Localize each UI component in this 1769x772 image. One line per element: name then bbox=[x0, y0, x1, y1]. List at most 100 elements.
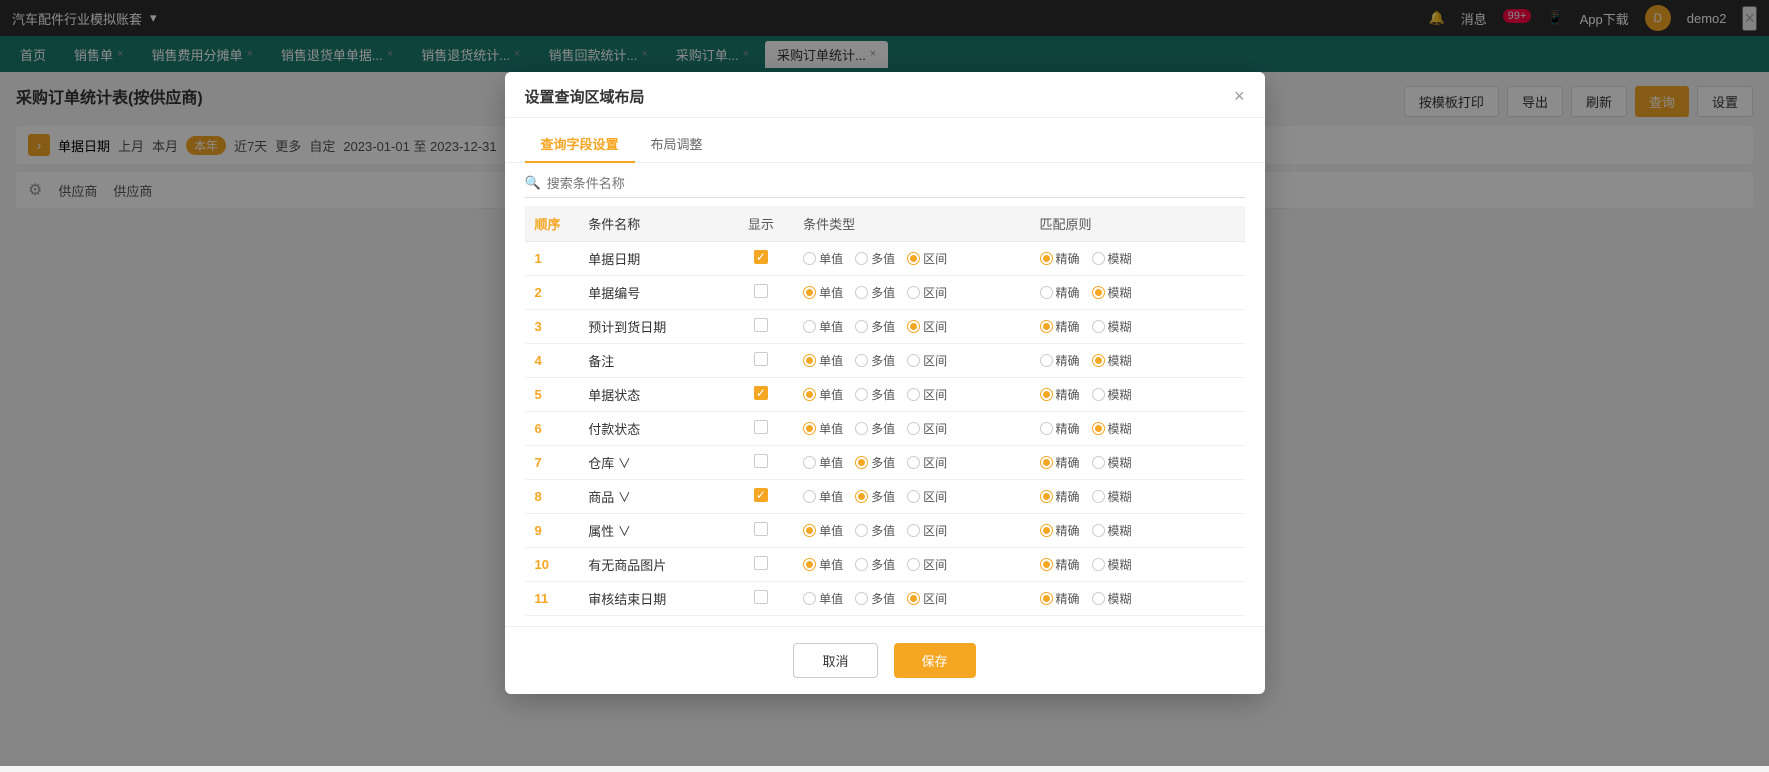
type-radio-item[interactable]: 区间 bbox=[907, 488, 947, 505]
show-checkbox[interactable] bbox=[754, 386, 768, 400]
type-radio-item[interactable]: 多值 bbox=[855, 318, 895, 335]
row-type: 单值多值区间 bbox=[793, 344, 1029, 378]
match-radio-item[interactable]: 精确 bbox=[1040, 318, 1080, 335]
radio-label: 模糊 bbox=[1108, 352, 1132, 369]
match-radio-item[interactable]: 模糊 bbox=[1092, 488, 1132, 505]
table-row: 8商品 ∨单值多值区间精确模糊 bbox=[525, 480, 1245, 514]
type-radio-item[interactable]: 多值 bbox=[855, 386, 895, 403]
search-input[interactable] bbox=[547, 176, 1245, 191]
row-show[interactable] bbox=[729, 514, 793, 548]
row-show[interactable] bbox=[729, 276, 793, 310]
type-radio-item[interactable]: 多值 bbox=[855, 250, 895, 267]
type-radio-item[interactable]: 多值 bbox=[855, 522, 895, 539]
match-radio-item[interactable]: 精确 bbox=[1040, 454, 1080, 471]
match-radio-item[interactable]: 精确 bbox=[1040, 522, 1080, 539]
type-radio-item[interactable]: 区间 bbox=[907, 454, 947, 471]
type-radio-item[interactable]: 区间 bbox=[907, 318, 947, 335]
match-radio-item[interactable]: 精确 bbox=[1040, 386, 1080, 403]
dialog-tab-query[interactable]: 查询字段设置 bbox=[525, 128, 635, 163]
show-checkbox[interactable] bbox=[754, 488, 768, 502]
type-radio-item[interactable]: 单值 bbox=[803, 522, 843, 539]
match-radio-item[interactable]: 模糊 bbox=[1092, 284, 1132, 301]
match-radio-item[interactable]: 精确 bbox=[1040, 420, 1080, 437]
table-row: 2单据编号单值多值区间精确模糊 bbox=[525, 276, 1245, 310]
type-radio-item[interactable]: 多值 bbox=[855, 556, 895, 573]
dialog-tab-layout[interactable]: 布局调整 bbox=[635, 128, 719, 163]
type-radio-item[interactable]: 多值 bbox=[855, 420, 895, 437]
type-radio-item[interactable]: 区间 bbox=[907, 386, 947, 403]
show-checkbox[interactable] bbox=[754, 284, 768, 298]
match-radio-item[interactable]: 精确 bbox=[1040, 352, 1080, 369]
radio-dot bbox=[1092, 320, 1105, 333]
radio-dot bbox=[1040, 320, 1053, 333]
show-checkbox[interactable] bbox=[754, 318, 768, 332]
match-radio-item[interactable]: 模糊 bbox=[1092, 386, 1132, 403]
radio-label: 模糊 bbox=[1108, 318, 1132, 335]
show-checkbox[interactable] bbox=[754, 352, 768, 366]
row-show[interactable] bbox=[729, 344, 793, 378]
row-show[interactable] bbox=[729, 480, 793, 514]
type-radio-item[interactable]: 单值 bbox=[803, 250, 843, 267]
match-radio-item[interactable]: 模糊 bbox=[1092, 352, 1132, 369]
type-radio-item[interactable]: 区间 bbox=[907, 250, 947, 267]
row-show[interactable] bbox=[729, 548, 793, 582]
match-radio-item[interactable]: 精确 bbox=[1040, 284, 1080, 301]
show-checkbox[interactable] bbox=[754, 250, 768, 264]
row-show[interactable] bbox=[729, 310, 793, 344]
type-radio-item[interactable]: 单值 bbox=[803, 454, 843, 471]
type-radio-item[interactable]: 单值 bbox=[803, 318, 843, 335]
save-button[interactable]: 保存 bbox=[894, 643, 976, 678]
show-checkbox[interactable] bbox=[754, 522, 768, 536]
type-radio-item[interactable]: 单值 bbox=[803, 590, 843, 607]
show-checkbox[interactable] bbox=[754, 556, 768, 570]
match-radio-item[interactable]: 模糊 bbox=[1092, 318, 1132, 335]
type-radio-item[interactable]: 单值 bbox=[803, 284, 843, 301]
radio-dot bbox=[907, 388, 920, 401]
show-checkbox[interactable] bbox=[754, 590, 768, 604]
match-radio-item[interactable]: 模糊 bbox=[1092, 250, 1132, 267]
show-checkbox[interactable] bbox=[754, 454, 768, 468]
row-show[interactable] bbox=[729, 582, 793, 616]
row-show[interactable] bbox=[729, 242, 793, 276]
match-radio-item[interactable]: 模糊 bbox=[1092, 420, 1132, 437]
type-radio-item[interactable]: 多值 bbox=[855, 590, 895, 607]
match-radio-item[interactable]: 模糊 bbox=[1092, 522, 1132, 539]
type-radio-item[interactable]: 多值 bbox=[855, 454, 895, 471]
type-radio-item[interactable]: 多值 bbox=[855, 488, 895, 505]
show-checkbox[interactable] bbox=[754, 420, 768, 434]
type-radio-item[interactable]: 区间 bbox=[907, 284, 947, 301]
type-radio-item[interactable]: 多值 bbox=[855, 352, 895, 369]
match-radio-item[interactable]: 模糊 bbox=[1092, 590, 1132, 607]
radio-dot bbox=[803, 354, 816, 367]
radio-dot bbox=[803, 558, 816, 571]
row-match: 精确 模糊 bbox=[1030, 446, 1245, 480]
radio-dot bbox=[907, 456, 920, 469]
row-type: 单值多值区间 bbox=[793, 480, 1029, 514]
row-show[interactable] bbox=[729, 378, 793, 412]
match-radio-item[interactable]: 精确 bbox=[1040, 488, 1080, 505]
match-radio-item[interactable]: 精确 bbox=[1040, 590, 1080, 607]
row-show[interactable] bbox=[729, 446, 793, 480]
type-radio-item[interactable]: 单值 bbox=[803, 420, 843, 437]
row-show[interactable] bbox=[729, 412, 793, 446]
type-radio-item[interactable]: 区间 bbox=[907, 420, 947, 437]
type-radio-item[interactable]: 区间 bbox=[907, 352, 947, 369]
type-radio-item[interactable]: 单值 bbox=[803, 556, 843, 573]
match-radio-item[interactable]: 精确 bbox=[1040, 250, 1080, 267]
type-radio-item[interactable]: 单值 bbox=[803, 386, 843, 403]
type-radio-item[interactable]: 区间 bbox=[907, 522, 947, 539]
cancel-button[interactable]: 取消 bbox=[793, 643, 877, 678]
type-radio-item[interactable]: 区间 bbox=[907, 590, 947, 607]
type-radio-item[interactable]: 区间 bbox=[907, 556, 947, 573]
match-radio-item[interactable]: 模糊 bbox=[1092, 454, 1132, 471]
match-radio-item[interactable]: 模糊 bbox=[1092, 556, 1132, 573]
dialog-close-button[interactable]: × bbox=[1234, 86, 1245, 107]
radio-label: 多值 bbox=[871, 250, 895, 267]
type-radio-item[interactable]: 多值 bbox=[855, 284, 895, 301]
row-match: 精确模糊 bbox=[1030, 276, 1245, 310]
row-match: 精确模糊 bbox=[1030, 378, 1245, 412]
type-radio-item[interactable]: 单值 bbox=[803, 352, 843, 369]
match-radio-item[interactable]: 精确 bbox=[1040, 556, 1080, 573]
type-radio-item[interactable]: 单值 bbox=[803, 488, 843, 505]
radio-label: 模糊 bbox=[1108, 454, 1132, 471]
